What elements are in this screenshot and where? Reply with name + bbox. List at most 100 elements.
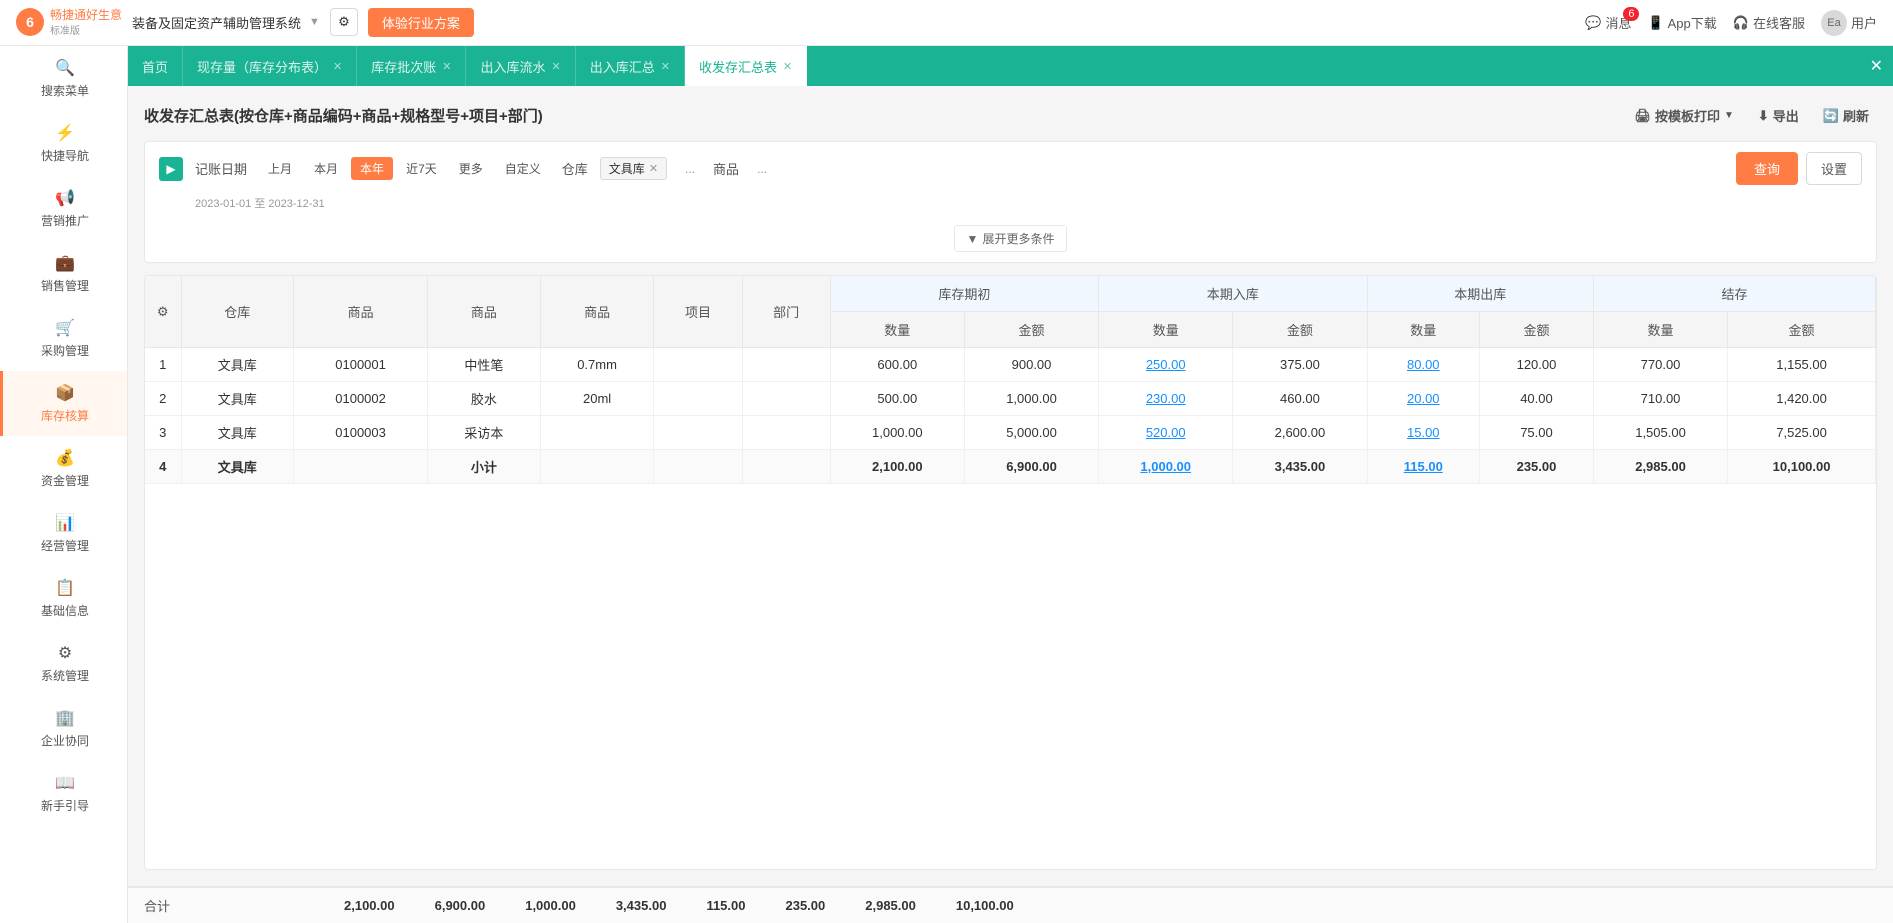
trial-button[interactable]: 体验行业方案 bbox=[368, 8, 474, 37]
user-item[interactable]: Ea 用户 bbox=[1821, 10, 1877, 36]
tab-inout-summary[interactable]: 出入库汇总 ✕ bbox=[576, 46, 685, 86]
warehouse-more[interactable]: ... bbox=[679, 160, 701, 178]
row4-out-qty[interactable]: 115.00 bbox=[1367, 450, 1480, 484]
tab-close-batch-ledger[interactable]: ✕ bbox=[442, 60, 451, 73]
col-in-qty-header: 数量 bbox=[1099, 312, 1233, 348]
tab-close-inventory-dist[interactable]: ✕ bbox=[333, 60, 342, 73]
filter-expand-arrow[interactable]: ▶ bbox=[159, 157, 183, 181]
sidebar-item-inventory[interactable]: 📦 库存核算 bbox=[0, 371, 127, 436]
filter-row-main: ▶ 记账日期 上月 本月 本年 近7天 更多 自定义 仓库 文具库 bbox=[159, 152, 1862, 185]
row1-opening-amt: 900.00 bbox=[964, 348, 1098, 382]
tab-batch-ledger-label: 库存批次账 bbox=[371, 57, 436, 76]
tab-recv-send-summary[interactable]: 收发存汇总表 ✕ bbox=[685, 46, 807, 86]
row4-closing-qty: 2,985.00 bbox=[1593, 450, 1727, 484]
row3-out-qty[interactable]: 15.00 bbox=[1367, 416, 1480, 450]
expand-down-icon: ▼ bbox=[967, 232, 979, 246]
col-project-header: 项目 bbox=[654, 276, 742, 348]
sidebar-item-system[interactable]: ⚙ 系统管理 bbox=[0, 631, 127, 696]
date-btn-this-month[interactable]: 本月 bbox=[305, 157, 347, 180]
footer-opening-qty: 2,100.00 bbox=[344, 898, 395, 913]
enterprise-icon: 🏢 bbox=[55, 708, 75, 728]
sidebar-item-enterprise[interactable]: 🏢 企业协同 bbox=[0, 696, 127, 761]
sidebar-label-search: 搜索菜单 bbox=[41, 82, 89, 99]
sidebar-item-purchase[interactable]: 🛒 采购管理 bbox=[0, 306, 127, 371]
row3-goods-spec bbox=[540, 416, 654, 450]
col-gear-header: ⚙ bbox=[145, 276, 181, 348]
row2-closing-qty: 710.00 bbox=[1593, 382, 1727, 416]
tab-close-all[interactable]: ✕ bbox=[1870, 56, 1893, 76]
query-button[interactable]: 查询 bbox=[1736, 152, 1798, 185]
warehouse-tag-close[interactable]: ✕ bbox=[649, 162, 658, 175]
row2-opening-amt: 1,000.00 bbox=[964, 382, 1098, 416]
settings-button[interactable]: 设置 bbox=[1806, 152, 1862, 185]
expand-more-button[interactable]: ▼ 展开更多条件 bbox=[954, 225, 1068, 252]
table-row: 3 文具库 0100003 采访本 1,000.00 5,000.00 520.… bbox=[145, 416, 1876, 450]
row2-in-qty[interactable]: 230.00 bbox=[1099, 382, 1233, 416]
sidebar-item-guide[interactable]: 📖 新手引导 bbox=[0, 761, 127, 826]
col-out-amt-header: 金额 bbox=[1480, 312, 1594, 348]
tab-inventory-dist[interactable]: 现存量（库存分布表） ✕ bbox=[183, 46, 357, 86]
export-button[interactable]: ⬇ 导出 bbox=[1750, 102, 1807, 129]
goods-more[interactable]: ... bbox=[751, 160, 773, 178]
row2-out-qty[interactable]: 20.00 bbox=[1367, 382, 1480, 416]
row4-seq: 4 bbox=[145, 450, 181, 484]
online-service-item[interactable]: 🎧 在线客服 bbox=[1733, 13, 1805, 32]
tab-home[interactable]: 首页 bbox=[128, 46, 183, 86]
sidebar-item-quick-nav[interactable]: ⚡ 快捷导航 bbox=[0, 111, 127, 176]
phone-icon: 📱 bbox=[1647, 15, 1663, 31]
page-container: 收发存汇总表(按仓库+商品编码+商品+规格型号+项目+部门) 🖨 按模板打印 ▼… bbox=[128, 86, 1893, 886]
app-tag: 标准版 bbox=[50, 22, 122, 37]
tab-close-inout-summary[interactable]: ✕ bbox=[661, 60, 670, 73]
print-button[interactable]: 🖨 按模板打印 ▼ bbox=[1626, 102, 1741, 129]
col-goods-spec-header: 商品 bbox=[540, 276, 654, 348]
row4-in-qty[interactable]: 1,000.00 bbox=[1099, 450, 1233, 484]
refresh-button[interactable]: 🔄 刷新 bbox=[1815, 102, 1877, 129]
row1-out-amt: 120.00 bbox=[1480, 348, 1594, 382]
date-btn-custom[interactable]: 自定义 bbox=[496, 157, 550, 180]
row3-in-qty[interactable]: 520.00 bbox=[1099, 416, 1233, 450]
filter-expand-row: ▼ 展开更多条件 bbox=[159, 225, 1862, 252]
date-btn-7days[interactable]: 近7天 bbox=[397, 157, 446, 180]
tab-batch-ledger[interactable]: 库存批次账 ✕ bbox=[357, 46, 466, 86]
table-footer: 合计 2,100.00 6,900.00 1,000.00 3,435.00 1… bbox=[128, 886, 1893, 923]
sidebar-item-search[interactable]: 🔍 搜索菜单 bbox=[0, 46, 127, 111]
sidebar-item-marketing[interactable]: 📢 营销推广 bbox=[0, 176, 127, 241]
tab-inout-flow[interactable]: 出入库流水 ✕ bbox=[466, 46, 575, 86]
sidebar-item-basic-info[interactable]: 📋 基础信息 bbox=[0, 566, 127, 631]
row1-out-qty[interactable]: 80.00 bbox=[1367, 348, 1480, 382]
print-dropdown-icon: ▼ bbox=[1724, 110, 1734, 121]
quick-nav-icon: ⚡ bbox=[55, 123, 75, 143]
sidebar-item-sales[interactable]: 💼 销售管理 bbox=[0, 241, 127, 306]
row3-opening-qty: 1,000.00 bbox=[830, 416, 964, 450]
sidebar-item-operations[interactable]: 📊 经营管理 bbox=[0, 501, 127, 566]
data-table: ⚙ 仓库 商品 商品 商品 项目 部门 库存期初 本期入库 本期出库 结存 bbox=[145, 276, 1876, 484]
table-row: 2 文具库 0100002 胶水 20ml 500.00 1,000.00 23… bbox=[145, 382, 1876, 416]
col-opening-qty-header: 数量 bbox=[830, 312, 964, 348]
date-btn-prev-month[interactable]: 上月 bbox=[259, 157, 301, 180]
gear-button[interactable]: ⚙ bbox=[330, 8, 358, 36]
row4-in-amt: 3,435.00 bbox=[1233, 450, 1367, 484]
date-shortcuts: 上月 本月 本年 近7天 更多 自定义 bbox=[259, 157, 550, 180]
row4-opening-amt: 6,900.00 bbox=[964, 450, 1098, 484]
col-in-header: 本期入库 bbox=[1099, 276, 1367, 312]
tab-close-inout-flow[interactable]: ✕ bbox=[552, 60, 561, 73]
warehouse-tag[interactable]: 文具库 ✕ bbox=[600, 157, 667, 180]
date-btn-this-year[interactable]: 本年 bbox=[351, 157, 393, 180]
row1-seq: 1 bbox=[145, 348, 181, 382]
marketing-icon: 📢 bbox=[55, 188, 75, 208]
col-opening-amt-header: 金额 bbox=[964, 312, 1098, 348]
date-btn-more[interactable]: 更多 bbox=[450, 157, 492, 180]
filter-bar: ▶ 记账日期 上月 本月 本年 近7天 更多 自定义 仓库 文具库 bbox=[144, 141, 1877, 263]
row2-goods-name: 胶水 bbox=[428, 382, 540, 416]
row1-in-qty[interactable]: 250.00 bbox=[1099, 348, 1233, 382]
footer-closing-qty: 2,985.00 bbox=[865, 898, 916, 913]
sidebar-label-quick-nav: 快捷导航 bbox=[41, 147, 89, 164]
sidebar-item-finance[interactable]: 💰 资金管理 bbox=[0, 436, 127, 501]
sidebar-label-operations: 经营管理 bbox=[41, 537, 89, 554]
system-icon: ⚙ bbox=[58, 643, 72, 663]
search-icon: 🔍 bbox=[55, 58, 75, 78]
row1-goods-name: 中性笔 bbox=[428, 348, 540, 382]
app-download-item[interactable]: 📱 App下载 bbox=[1647, 13, 1716, 32]
notification-item[interactable]: 💬 消息 6 bbox=[1585, 13, 1631, 32]
tab-close-recv-send-summary[interactable]: ✕ bbox=[783, 60, 792, 73]
